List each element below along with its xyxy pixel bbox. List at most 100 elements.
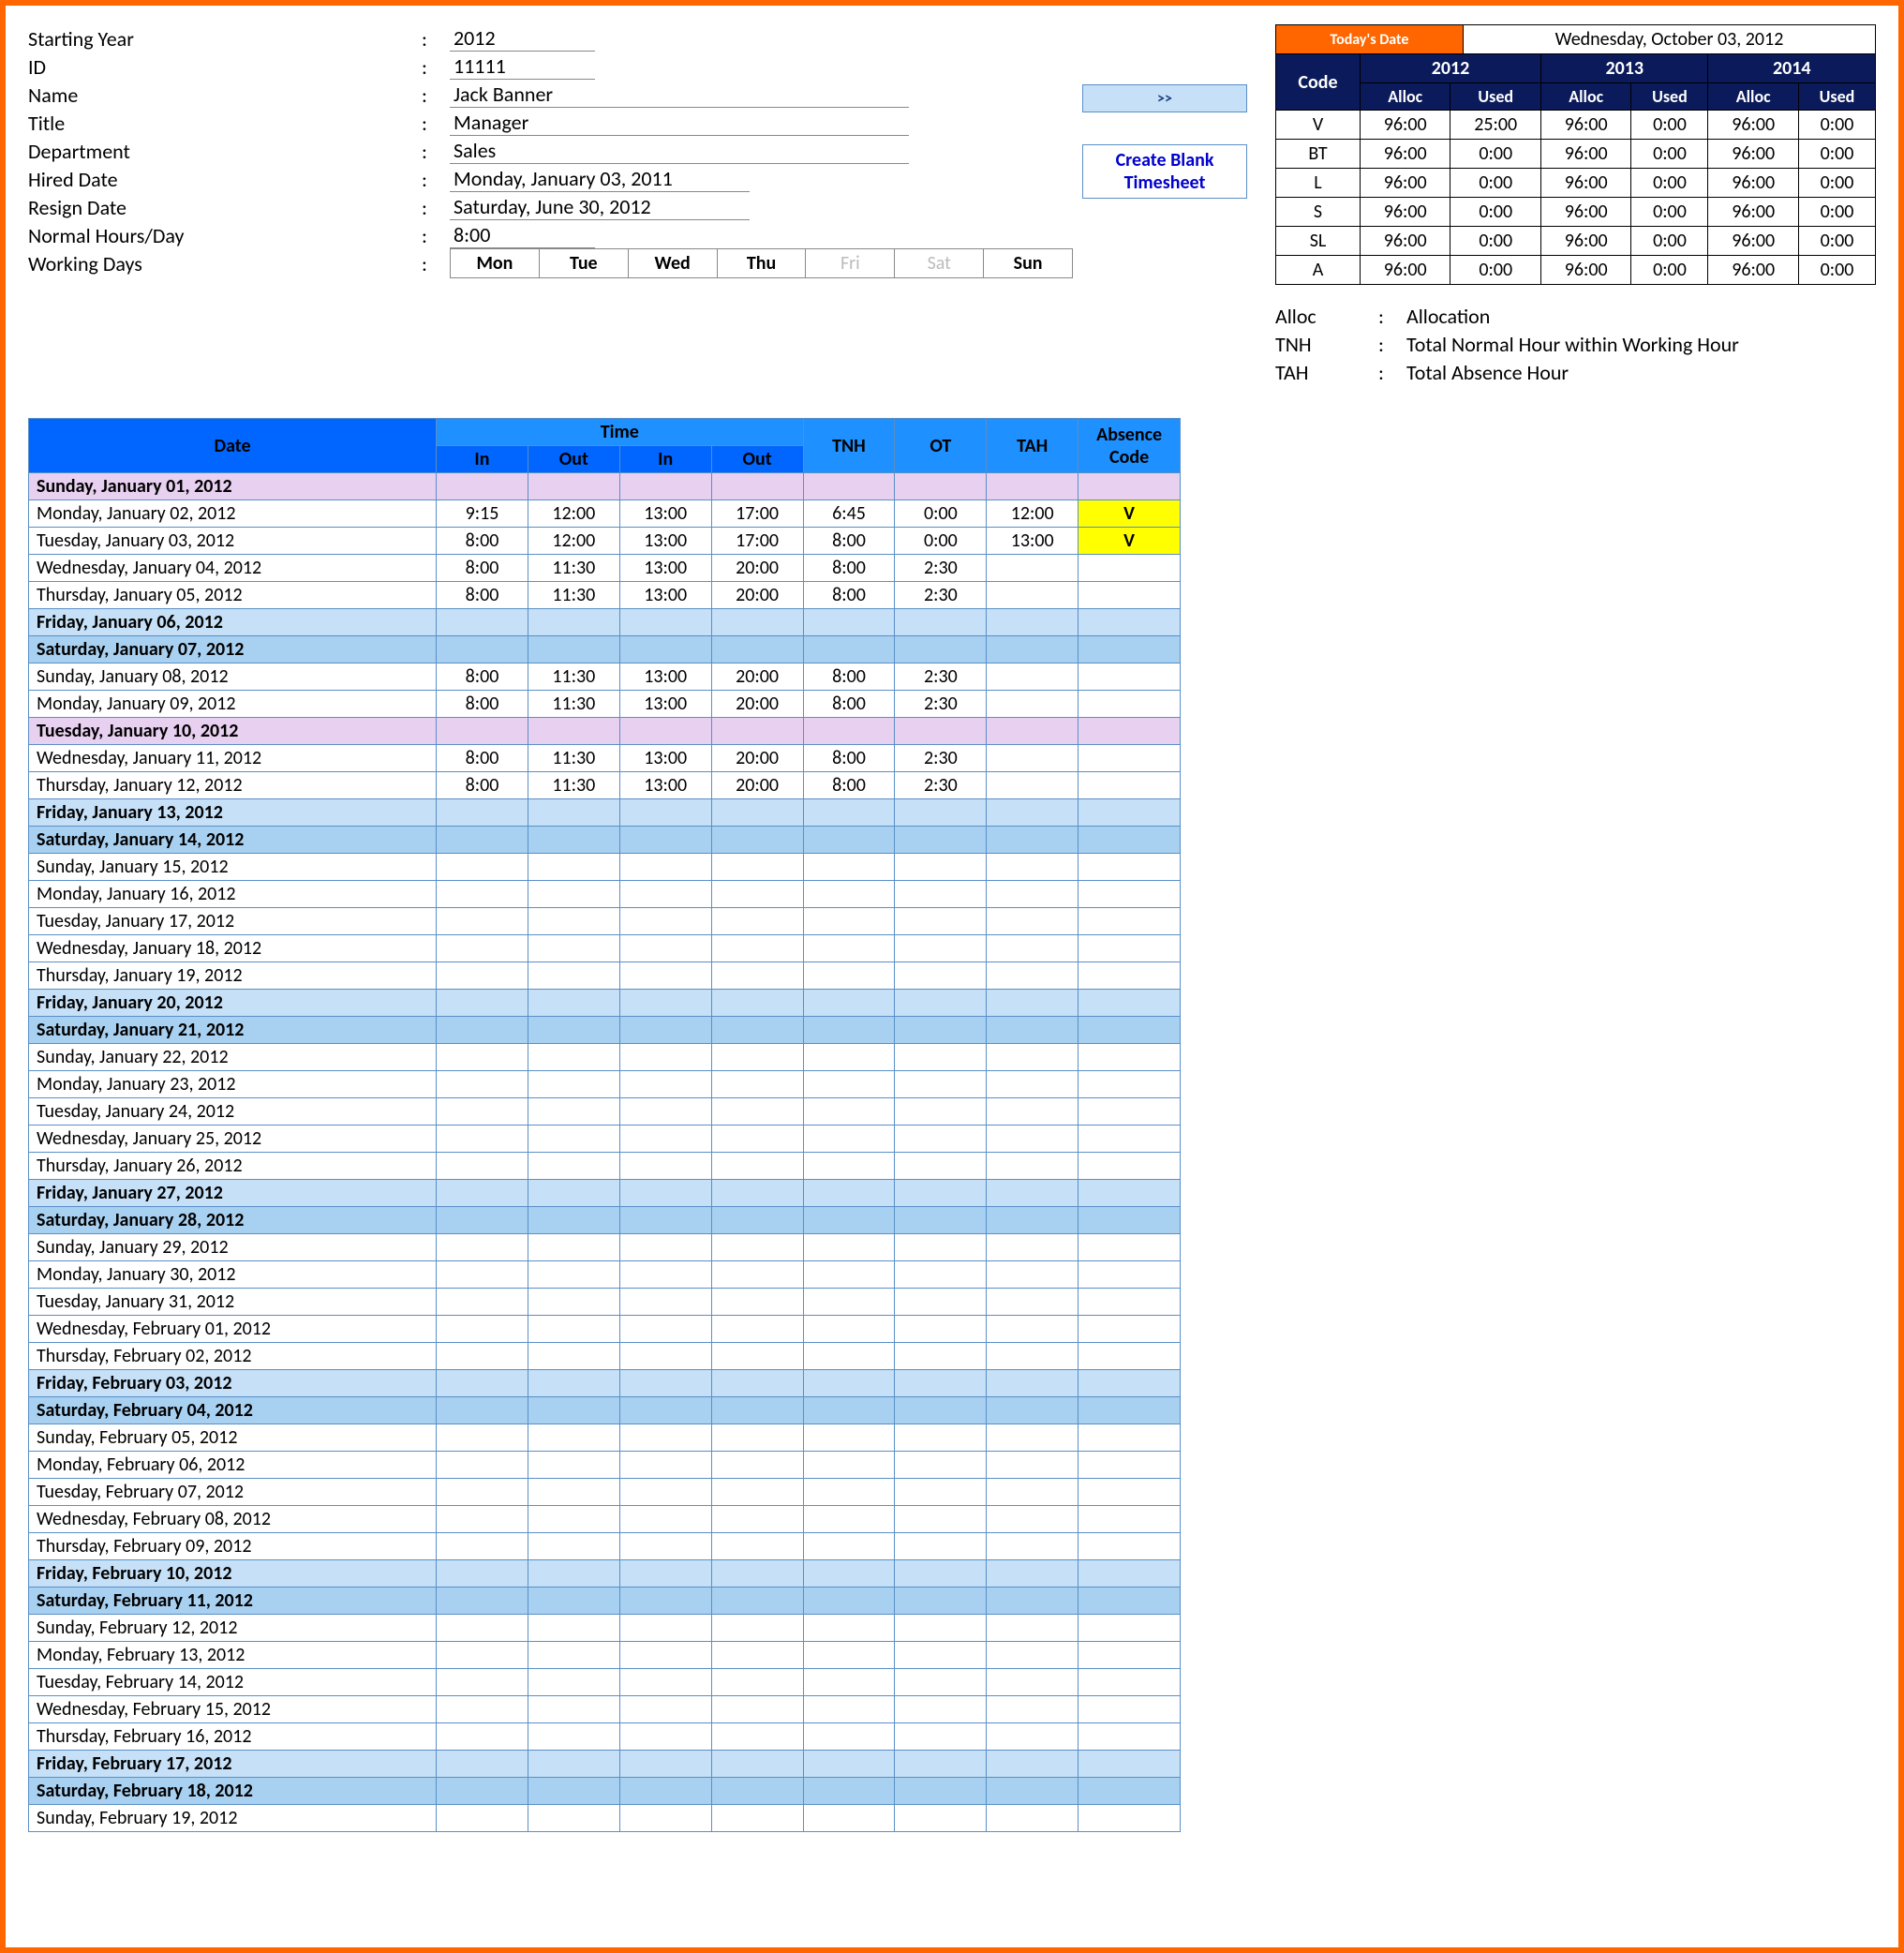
timesheet-row[interactable]: Friday, January 06, 2012 xyxy=(29,609,1181,636)
tnh-cell[interactable] xyxy=(803,1153,895,1180)
time-out1[interactable]: 11:30 xyxy=(528,772,619,799)
tah-cell[interactable] xyxy=(987,636,1078,663)
tnh-cell[interactable] xyxy=(803,1778,895,1805)
date-cell[interactable]: Monday, January 23, 2012 xyxy=(29,1071,437,1098)
date-cell[interactable]: Wednesday, January 25, 2012 xyxy=(29,1126,437,1153)
tah-cell[interactable] xyxy=(987,1180,1078,1207)
time-in2[interactable] xyxy=(619,1343,711,1370)
time-in2[interactable] xyxy=(619,1234,711,1261)
tnh-cell[interactable] xyxy=(803,1588,895,1615)
ot-cell[interactable] xyxy=(895,935,987,962)
time-out2[interactable] xyxy=(711,473,803,500)
tah-cell[interactable] xyxy=(987,1397,1078,1424)
tah-cell[interactable]: 13:00 xyxy=(987,528,1078,555)
time-out2[interactable]: 20:00 xyxy=(711,555,803,582)
time-in2[interactable] xyxy=(619,1452,711,1479)
date-cell[interactable]: Thursday, January 26, 2012 xyxy=(29,1153,437,1180)
time-in1[interactable] xyxy=(437,1588,528,1615)
day-cell[interactable]: Sat xyxy=(895,249,984,277)
time-out2[interactable] xyxy=(711,1207,803,1234)
timesheet-row[interactable]: Thursday, February 16, 2012 xyxy=(29,1723,1181,1751)
tah-cell[interactable] xyxy=(987,908,1078,935)
time-in2[interactable] xyxy=(619,1424,711,1452)
tnh-cell[interactable] xyxy=(803,1424,895,1452)
tah-cell[interactable] xyxy=(987,854,1078,881)
timesheet-row[interactable]: Saturday, January 28, 2012 xyxy=(29,1207,1181,1234)
absence-cell[interactable] xyxy=(1078,1153,1181,1180)
time-out1[interactable] xyxy=(528,1588,619,1615)
tnh-cell[interactable] xyxy=(803,1343,895,1370)
ot-cell[interactable]: 2:30 xyxy=(895,663,987,691)
absence-cell[interactable] xyxy=(1078,1424,1181,1452)
ot-cell[interactable] xyxy=(895,1588,987,1615)
time-out1[interactable] xyxy=(528,1615,619,1642)
time-out1[interactable] xyxy=(528,1044,619,1071)
emp-value[interactable]: Saturday, June 30, 2012 xyxy=(450,194,750,220)
timesheet-row[interactable]: Saturday, February 18, 2012 xyxy=(29,1778,1181,1805)
tah-cell[interactable] xyxy=(987,1805,1078,1832)
ot-cell[interactable] xyxy=(895,1533,987,1560)
tah-cell[interactable] xyxy=(987,1071,1078,1098)
timesheet-row[interactable]: Friday, January 20, 2012 xyxy=(29,990,1181,1017)
timesheet-row[interactable]: Friday, February 10, 2012 xyxy=(29,1560,1181,1588)
tah-cell[interactable] xyxy=(987,1289,1078,1316)
absence-cell[interactable] xyxy=(1078,1669,1181,1696)
time-in2[interactable] xyxy=(619,799,711,827)
time-in2[interactable] xyxy=(619,854,711,881)
ot-cell[interactable] xyxy=(895,1126,987,1153)
tnh-cell[interactable] xyxy=(803,881,895,908)
time-out1[interactable] xyxy=(528,636,619,663)
time-in1[interactable] xyxy=(437,1560,528,1588)
time-in2[interactable] xyxy=(619,1316,711,1343)
time-in1[interactable] xyxy=(437,1805,528,1832)
tnh-cell[interactable] xyxy=(803,1723,895,1751)
time-out1[interactable] xyxy=(528,908,619,935)
time-in2[interactable] xyxy=(619,1017,711,1044)
date-cell[interactable]: Monday, January 02, 2012 xyxy=(29,500,437,528)
date-cell[interactable]: Saturday, January 07, 2012 xyxy=(29,636,437,663)
tah-cell[interactable] xyxy=(987,1479,1078,1506)
time-out1[interactable] xyxy=(528,1506,619,1533)
time-in2[interactable] xyxy=(619,636,711,663)
timesheet-row[interactable]: Tuesday, January 03, 20128:0012:0013:001… xyxy=(29,528,1181,555)
date-cell[interactable]: Sunday, February 19, 2012 xyxy=(29,1805,437,1832)
absence-cell[interactable] xyxy=(1078,1696,1181,1723)
time-out1[interactable]: 11:30 xyxy=(528,745,619,772)
time-in1[interactable] xyxy=(437,1778,528,1805)
timesheet-row[interactable]: Sunday, February 05, 2012 xyxy=(29,1424,1181,1452)
time-out1[interactable] xyxy=(528,1805,619,1832)
ot-cell[interactable]: 2:30 xyxy=(895,772,987,799)
time-in1[interactable] xyxy=(437,1289,528,1316)
time-out1[interactable] xyxy=(528,1669,619,1696)
tah-cell[interactable] xyxy=(987,827,1078,854)
tah-cell[interactable] xyxy=(987,691,1078,718)
ot-cell[interactable] xyxy=(895,1424,987,1452)
day-cell[interactable]: Fri xyxy=(806,249,895,277)
absence-cell[interactable] xyxy=(1078,1751,1181,1778)
tnh-cell[interactable] xyxy=(803,1207,895,1234)
ot-cell[interactable] xyxy=(895,1044,987,1071)
time-out2[interactable] xyxy=(711,1180,803,1207)
emp-value[interactable]: Manager xyxy=(450,110,909,136)
absence-cell[interactable]: V xyxy=(1078,500,1181,528)
tnh-cell[interactable]: 8:00 xyxy=(803,582,895,609)
time-in1[interactable] xyxy=(437,1751,528,1778)
tnh-cell[interactable]: 8:00 xyxy=(803,663,895,691)
timesheet-row[interactable]: Sunday, February 19, 2012 xyxy=(29,1805,1181,1832)
tah-cell[interactable] xyxy=(987,1560,1078,1588)
time-out1[interactable] xyxy=(528,1261,619,1289)
tah-cell[interactable] xyxy=(987,1506,1078,1533)
ot-cell[interactable] xyxy=(895,1506,987,1533)
tnh-cell[interactable]: 8:00 xyxy=(803,772,895,799)
time-in2[interactable] xyxy=(619,609,711,636)
time-out1[interactable] xyxy=(528,473,619,500)
tah-cell[interactable] xyxy=(987,799,1078,827)
time-in1[interactable] xyxy=(437,1397,528,1424)
absence-cell[interactable] xyxy=(1078,636,1181,663)
time-out2[interactable] xyxy=(711,1452,803,1479)
time-out1[interactable]: 11:30 xyxy=(528,582,619,609)
time-out1[interactable] xyxy=(528,1234,619,1261)
absence-cell[interactable] xyxy=(1078,582,1181,609)
emp-value[interactable]: Jack Banner xyxy=(450,82,909,108)
time-in1[interactable] xyxy=(437,1044,528,1071)
